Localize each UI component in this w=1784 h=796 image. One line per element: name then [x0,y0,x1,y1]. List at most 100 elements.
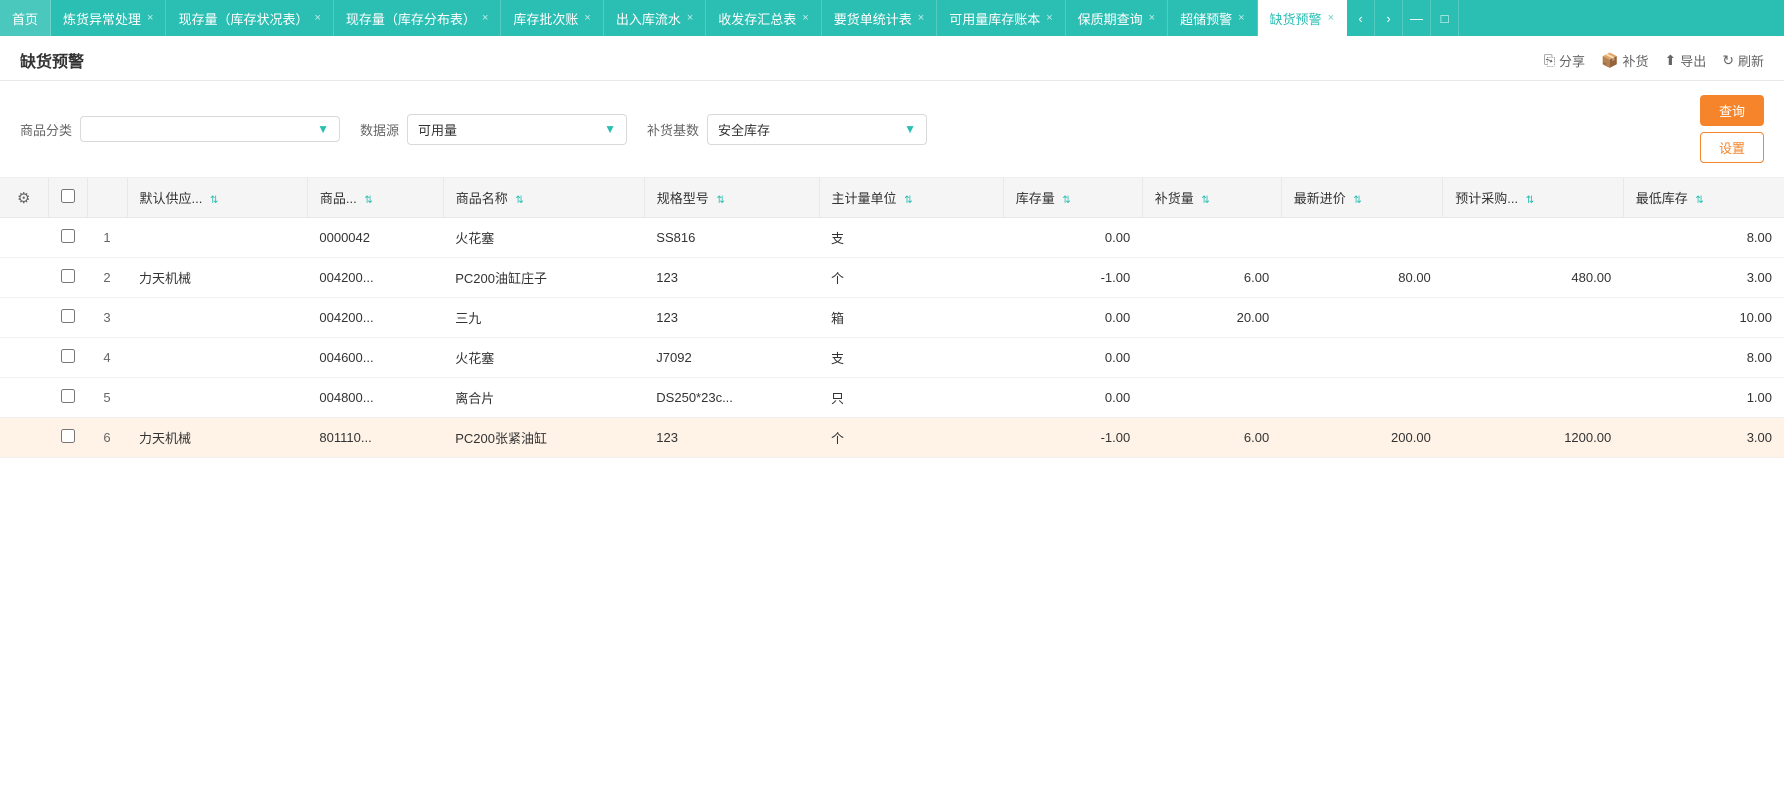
tab-inventory-dist[interactable]: 现存量（库存分布表） × [334,0,501,36]
tab-inventory-status[interactable]: 现存量（库存状况表） × [166,0,333,36]
td-product-name: 三九 [443,298,644,338]
tab-available-ledger[interactable]: 可用量库存账本 × [937,0,1065,36]
th-num [87,178,127,218]
gear-icon[interactable]: ⚙ [17,190,30,207]
td-product-name: 火花塞 [443,218,644,258]
tab-close-expiry-query[interactable]: × [1149,12,1155,24]
tab-close-overstock[interactable]: × [1238,12,1244,24]
tab-close-abnormal[interactable]: × [147,12,153,24]
th-checkbox [48,178,87,218]
tab-close-batch-account[interactable]: × [584,12,590,24]
td-num: 3 [87,298,127,338]
tab-close-shortage[interactable]: × [1328,12,1334,24]
query-button[interactable]: 查询 [1700,95,1764,126]
sort-icon-code: ⇅ [364,195,372,206]
td-supplier [127,378,307,418]
sort-icon-min: ⇅ [1695,195,1703,206]
td-min-stock: 3.00 [1623,418,1784,458]
td-stock-qty: 0.00 [1003,218,1142,258]
td-stock-qty: 0.00 [1003,378,1142,418]
th-unit[interactable]: 主计量单位 ⇅ [819,178,1003,218]
td-supplier [127,218,307,258]
th-product-code[interactable]: 商品... ⇅ [307,178,443,218]
row-checkbox[interactable] [61,229,75,243]
row-checkbox[interactable] [61,429,75,443]
td-gear [0,338,48,378]
th-spec-model[interactable]: 规格型号 ⇅ [644,178,819,218]
row-checkbox[interactable] [61,349,75,363]
td-unit: 支 [819,338,1003,378]
td-checkbox [48,338,87,378]
td-checkbox [48,418,87,458]
category-select[interactable]: ▼ [80,116,340,142]
replenish-button[interactable]: 📦 补货 [1601,51,1648,70]
row-checkbox[interactable] [61,309,75,323]
tab-close-inventory-dist[interactable]: × [482,12,488,24]
td-spec-model: 123 [644,258,819,298]
td-est-purchase [1443,378,1623,418]
share-button[interactable]: ⎘ 分享 [1544,51,1585,70]
filter-bar: 商品分类 ▼ 数据源 可用量 ▼ 补货基数 安全库存 ▼ 查询 设置 [0,81,1784,178]
row-checkbox[interactable] [61,389,75,403]
tab-receive-summary[interactable]: 收发存汇总表 × [706,0,821,36]
td-latest-price: 200.00 [1281,418,1443,458]
tab-batch-account[interactable]: 库存批次账 × [501,0,603,36]
tab-close-receive-summary[interactable]: × [802,12,808,24]
tab-inout-flow[interactable]: 出入库流水 × [604,0,706,36]
td-min-stock: 3.00 [1623,258,1784,298]
td-spec-model: DS250*23c... [644,378,819,418]
td-est-purchase [1443,218,1623,258]
export-icon: ⬆ [1665,52,1677,69]
td-num: 4 [87,338,127,378]
th-latest-price[interactable]: 最新进价 ⇅ [1281,178,1443,218]
td-latest-price [1281,298,1443,338]
td-product-code: 004200... [307,258,443,298]
tab-expiry-query[interactable]: 保质期查询 × [1066,0,1168,36]
th-min-stock[interactable]: 最低库存 ⇅ [1623,178,1784,218]
page-content: 缺货预警 ⎘ 分享 📦 补货 ⬆ 导出 ↻ 刷新 商品分类 [0,36,1784,796]
data-table: ⚙ 默认供应... ⇅ 商品... ⇅ 商品名称 [0,178,1784,458]
datasource-select[interactable]: 可用量 ▼ [407,114,627,145]
th-default-supplier[interactable]: 默认供应... ⇅ [127,178,307,218]
td-min-stock: 1.00 [1623,378,1784,418]
tab-close-demand-stats[interactable]: × [918,12,924,24]
td-product-code: 004800... [307,378,443,418]
header-actions: ⎘ 分享 📦 补货 ⬆ 导出 ↻ 刷新 [1544,51,1764,70]
tab-next-btn[interactable]: › [1375,0,1403,36]
export-button[interactable]: ⬆ 导出 [1665,51,1707,70]
th-est-purchase[interactable]: 预计采购... ⇅ [1443,178,1623,218]
datasource-chevron-icon: ▼ [604,122,616,136]
tab-abnormal[interactable]: 炼货异常处理 × [51,0,166,36]
minimize-icon: — [1410,11,1423,26]
td-gear [0,218,48,258]
th-replenish-qty[interactable]: 补货量 ⇅ [1142,178,1281,218]
td-product-name: PC200张紧油缸 [443,418,644,458]
tab-close-available-ledger[interactable]: × [1046,12,1052,24]
replenish-base-select[interactable]: 安全库存 ▼ [707,114,927,145]
tab-minimize-btn[interactable]: — [1403,0,1431,36]
th-product-name[interactable]: 商品名称 ⇅ [443,178,644,218]
td-latest-price: 80.00 [1281,258,1443,298]
row-checkbox[interactable] [61,269,75,283]
sort-icon-replenish: ⇅ [1201,195,1209,206]
table-row: 3 004200... 三九 123 箱 0.00 20.00 10.00 [0,298,1784,338]
th-stock-qty[interactable]: 库存量 ⇅ [1003,178,1142,218]
td-replenish-qty: 20.00 [1142,298,1281,338]
tab-overstock[interactable]: 超储预警 × [1168,0,1257,36]
td-num: 5 [87,378,127,418]
tab-prev-btn[interactable]: ‹ [1347,0,1375,36]
tab-close-inout-flow[interactable]: × [687,12,693,24]
settings-button[interactable]: 设置 [1700,132,1764,163]
tab-maximize-btn[interactable]: □ [1431,0,1459,36]
tab-shortage[interactable]: 缺货预警 × [1258,0,1347,36]
tab-close-inventory-status[interactable]: × [314,12,320,24]
tab-demand-stats[interactable]: 要货单统计表 × [822,0,937,36]
tab-home[interactable]: 首页 [0,0,51,36]
refresh-button[interactable]: ↻ 刷新 [1722,51,1764,70]
td-product-code: 801110... [307,418,443,458]
select-all-checkbox[interactable] [61,189,75,203]
td-est-purchase [1443,298,1623,338]
td-min-stock: 8.00 [1623,338,1784,378]
td-unit: 箱 [819,298,1003,338]
category-label: 商品分类 [20,120,72,139]
